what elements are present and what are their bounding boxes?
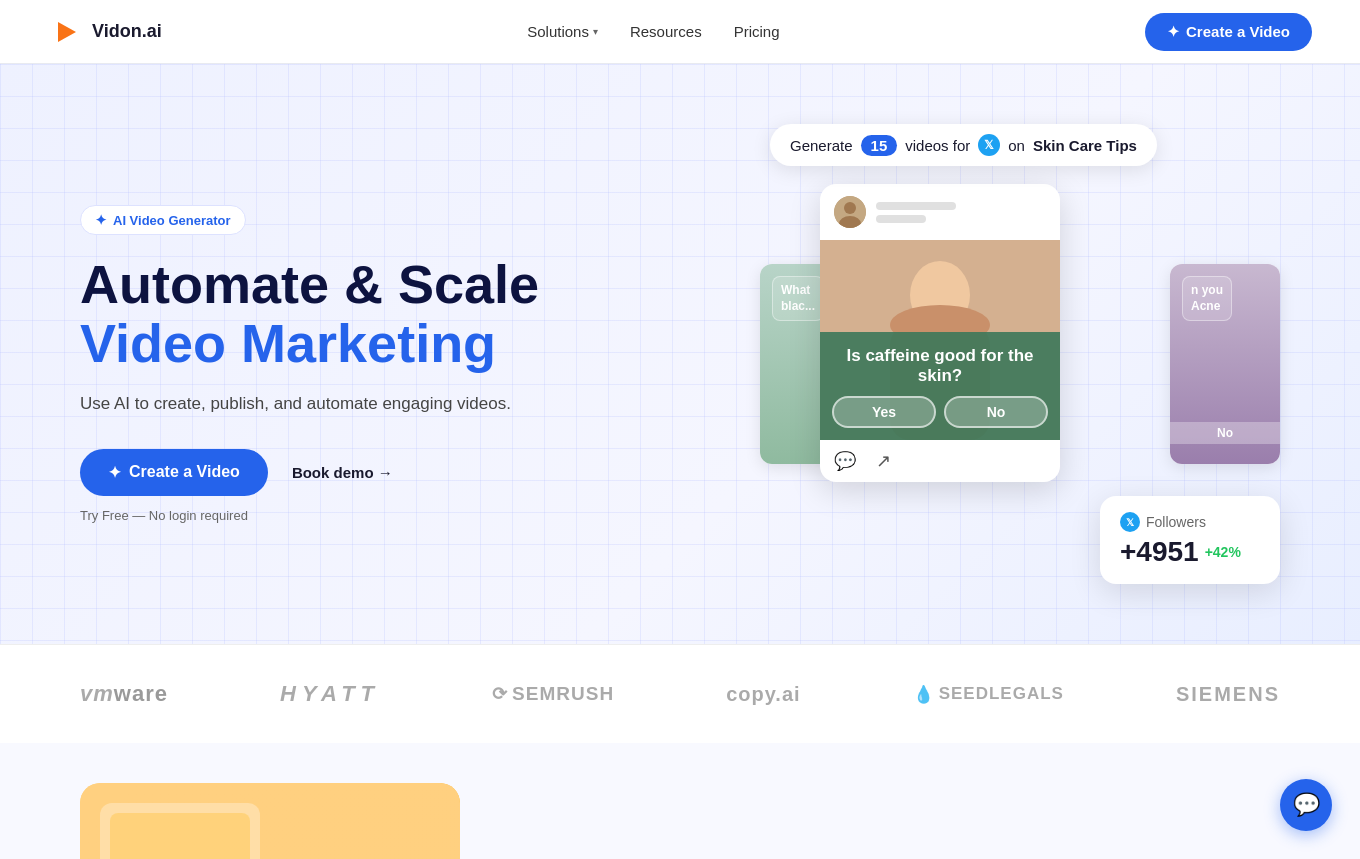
logo[interactable]: Vidon.ai xyxy=(48,14,162,50)
side-video-right: n youAcne No xyxy=(1170,264,1280,464)
side-left-text: Whatblac... xyxy=(772,276,824,321)
book-demo-label: Book demo → xyxy=(292,464,393,481)
sparkle-hero-icon: ✦ xyxy=(108,463,121,482)
seedlegals-icon: 💧 xyxy=(913,684,935,705)
quiz-no-label: No xyxy=(987,404,1006,420)
brand-siemens: SIEMENS xyxy=(1176,683,1280,706)
twitter-icon-followers: 𝕏 xyxy=(1120,512,1140,532)
avatar-lines xyxy=(876,202,956,223)
quiz-answers: Yes No xyxy=(832,396,1048,428)
comment-icon: 💬 xyxy=(834,450,856,472)
svg-rect-11 xyxy=(110,813,250,859)
bottom-card-svg xyxy=(80,783,460,859)
copyai-label: copy.ai xyxy=(726,683,800,705)
badge-star-icon: ✦ xyxy=(95,212,107,228)
quiz-yes-label: Yes xyxy=(872,404,896,420)
brand-vmware: vmware xyxy=(80,681,168,707)
quiz-overlay: Is caffeine good for the skin? Yes No xyxy=(820,332,1060,440)
avatar xyxy=(834,196,866,228)
side-right-text: n youAcne xyxy=(1182,276,1232,321)
main-video-card: Is caffeine good for the skin? Yes No 💬 … xyxy=(820,184,1060,482)
side-img-right: n youAcne No xyxy=(1170,264,1280,464)
hero-actions: ✦ Create a Video Book demo → xyxy=(80,449,539,496)
book-demo-button[interactable]: Book demo → xyxy=(292,464,393,481)
video-card-header xyxy=(820,184,1060,240)
followers-label: Followers xyxy=(1146,514,1206,530)
generate-pill: Generate 15 videos for 𝕏 on Skin Care Ti… xyxy=(770,124,1157,166)
followers-number: +4951 xyxy=(1120,536,1199,568)
quiz-question: Is caffeine good for the skin? xyxy=(832,346,1048,386)
video-card-footer: 💬 ↗ xyxy=(820,440,1060,482)
nav-links: Solutions ▾ Resources Pricing xyxy=(527,23,779,40)
semrush-icon: ⟳ xyxy=(492,683,508,705)
brand-seedlegals: 💧 SEEDLEGALS xyxy=(913,684,1064,705)
pricing-label: Pricing xyxy=(734,23,780,40)
logo-text: Vidon.ai xyxy=(92,21,162,42)
create-hero-label: Create a Video xyxy=(129,463,240,481)
try-free-text: Try Free — No login required xyxy=(80,508,539,523)
hero-title-line1: Automate & Scale xyxy=(80,254,539,314)
brand-hyatt: HYATT xyxy=(280,681,380,707)
bottom-card-left xyxy=(80,783,460,859)
resources-nav-item[interactable]: Resources xyxy=(630,23,702,40)
avatar-line-2 xyxy=(876,215,926,223)
brand-semrush: ⟳ SEMRUSH xyxy=(492,683,614,705)
pricing-nav-item[interactable]: Pricing xyxy=(734,23,780,40)
generate-number: 15 xyxy=(861,135,898,156)
generate-middle: videos for xyxy=(905,137,970,154)
chat-button[interactable]: 💬 xyxy=(1280,779,1332,831)
quiz-no-btn[interactable]: No xyxy=(944,396,1048,428)
logo-icon xyxy=(48,14,84,50)
avatar-img xyxy=(834,196,866,228)
generate-topic: Skin Care Tips xyxy=(1033,137,1137,154)
avatar-line-1 xyxy=(876,202,956,210)
create-video-nav-button[interactable]: ✦ Create a Video xyxy=(1145,13,1312,51)
semrush-label: SEMRUSH xyxy=(512,683,614,705)
ai-badge: ✦ AI Video Generator xyxy=(80,205,246,235)
resources-label: Resources xyxy=(630,23,702,40)
generate-prefix: Generate xyxy=(790,137,853,154)
generate-on: on xyxy=(1008,137,1025,154)
followers-percentage: +42% xyxy=(1205,544,1241,560)
twitter-icon: 𝕏 xyxy=(978,134,1000,156)
followers-card: 𝕏 Followers +4951 +42% xyxy=(1100,496,1280,584)
siemens-label: SIEMENS xyxy=(1176,683,1280,705)
solutions-label: Solutions xyxy=(527,23,589,40)
bottom-section xyxy=(0,743,1360,859)
sparkle-icon: ✦ xyxy=(1167,23,1180,41)
hyatt-label: HYATT xyxy=(280,681,380,706)
create-nav-label: Create a Video xyxy=(1186,23,1290,40)
brands-section: vmware HYATT ⟳ SEMRUSH copy.ai 💧 SEEDLEG… xyxy=(0,644,1360,743)
chat-icon: 💬 xyxy=(1293,792,1320,818)
brand-copyai: copy.ai xyxy=(726,683,800,706)
hero-left: ✦ AI Video Generator Automate & Scale Vi… xyxy=(80,205,539,523)
solutions-nav-item[interactable]: Solutions ▾ xyxy=(527,23,598,40)
hero-right: Generate 15 videos for 𝕏 on Skin Care Ti… xyxy=(760,124,1280,604)
video-image: Is caffeine good for the skin? Yes No xyxy=(820,240,1060,440)
followers-count-display: +4951 +42% xyxy=(1120,536,1260,568)
create-video-hero-button[interactable]: ✦ Create a Video xyxy=(80,449,268,496)
seedlegals-label: SEEDLEGALS xyxy=(939,684,1064,704)
chevron-down-icon: ▾ xyxy=(593,26,598,37)
vmware-label: vm xyxy=(80,681,114,706)
hero-section: ✦ AI Video Generator Automate & Scale Vi… xyxy=(0,64,1360,644)
svg-point-3 xyxy=(844,202,856,214)
quiz-yes-btn[interactable]: Yes xyxy=(832,396,936,428)
hero-title: Automate & Scale Video Marketing xyxy=(80,255,539,374)
side-no-btn: No xyxy=(1170,422,1280,444)
share-icon: ↗ xyxy=(876,450,891,472)
followers-header: 𝕏 Followers xyxy=(1120,512,1260,532)
hero-subtitle: Use AI to create, publish, and automate … xyxy=(80,390,539,417)
badge-label: AI Video Generator xyxy=(113,213,231,228)
hero-title-line2: Video Marketing xyxy=(80,314,539,373)
navbar: Vidon.ai Solutions ▾ Resources Pricing ✦… xyxy=(0,0,1360,64)
